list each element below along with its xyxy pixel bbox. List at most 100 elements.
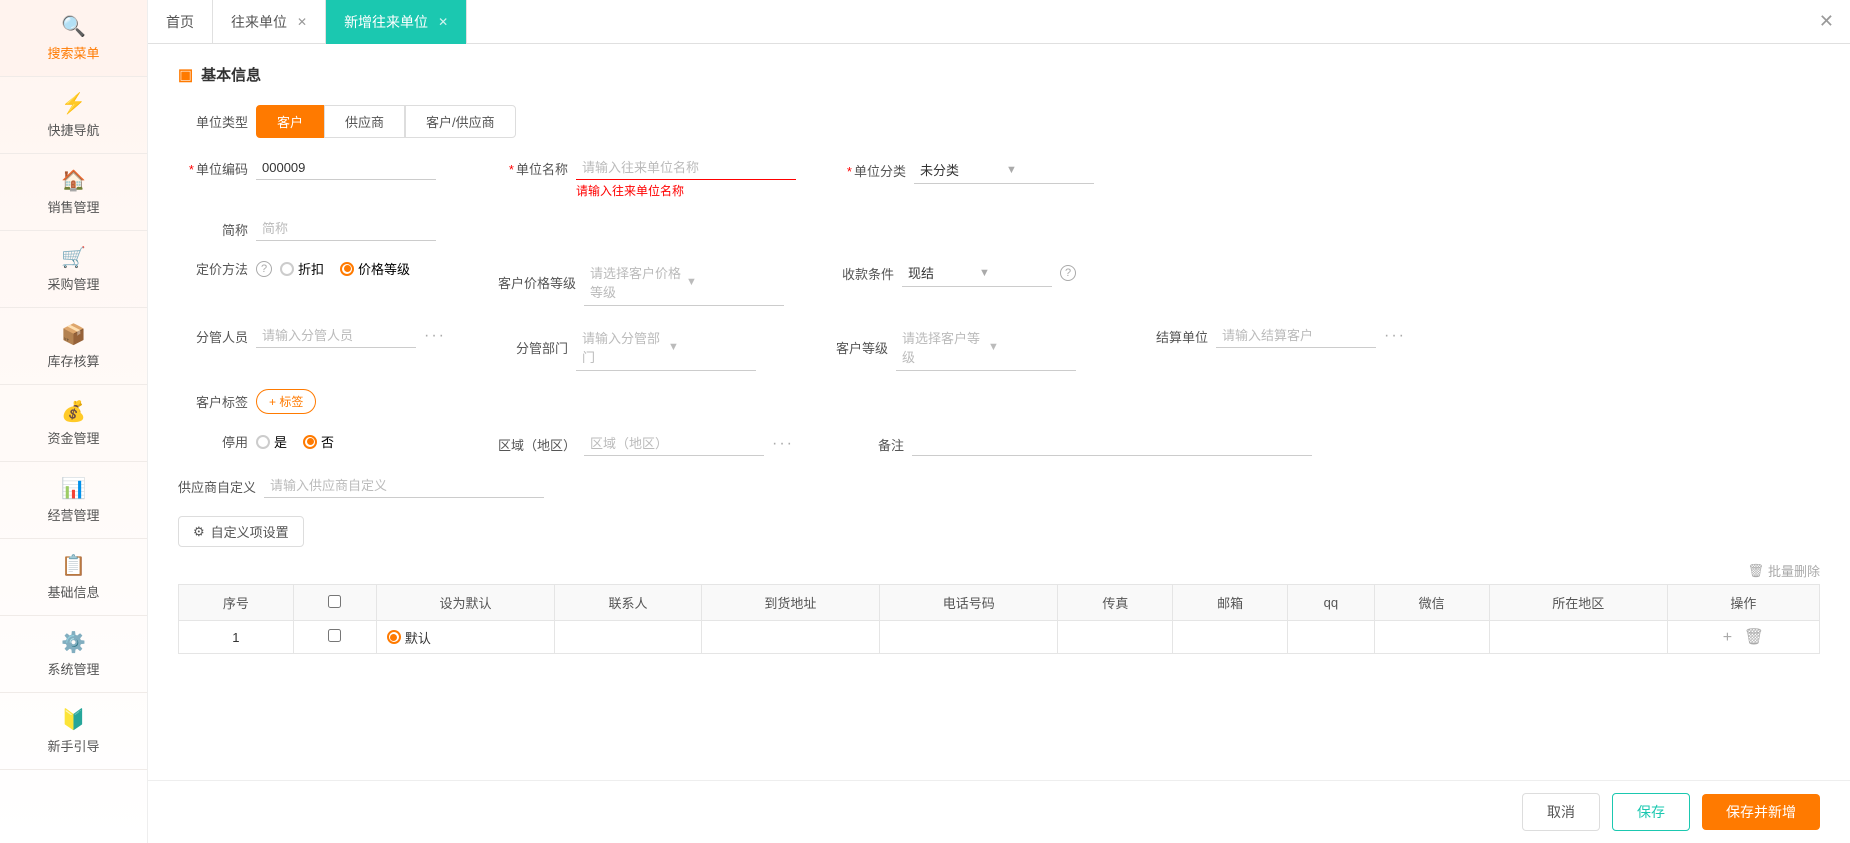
row-contact [555,621,702,654]
sidebar-item-label: 基础信息 [47,582,99,601]
sidebar-item-system[interactable]: ⚙️ 系统管理 [0,616,147,693]
table-row: 1 默认 [179,621,1820,654]
sidebar-item-basic[interactable]: 📋 基础信息 [0,539,147,616]
region-more-icon[interactable]: ··· [772,435,794,453]
disabled-radio-group: 是 否 [256,432,334,451]
discount-radio-circle [280,262,294,276]
sidebar-item-operation[interactable]: 📊 经营管理 [0,462,147,539]
sidebar-item-quick-nav[interactable]: ⚡ 快捷导航 [0,77,147,154]
delete-row-icon[interactable]: 🗑 [1744,629,1764,646]
sidebar-item-finance[interactable]: 💰 资金管理 [0,385,147,462]
pricing-help-icon[interactable]: ? [256,261,272,277]
payment-terms-value: 现结 [908,263,975,282]
settlement-input[interactable] [1216,324,1376,348]
section-icon: ▣ [178,65,193,85]
purchase-icon: 🛒 [61,245,86,270]
basic-icon: 📋 [61,553,86,578]
manager-input[interactable] [256,324,416,348]
settlement-more-icon[interactable]: ··· [1384,327,1406,345]
sidebar-item-inventory[interactable]: 📦 库存核算 [0,308,147,385]
department-placeholder: 请输入分管部门 [582,328,664,366]
unit-name-label: *单位名称 [498,159,568,178]
row-address [701,621,879,654]
row-phone [880,621,1058,654]
row-action: + 🗑 [1667,621,1819,654]
col-email: 邮箱 [1173,585,1288,621]
pricing-discount-radio[interactable]: 折扣 [280,259,324,278]
save-new-button[interactable]: 保存并新增 [1702,794,1820,830]
row-region [1489,621,1667,654]
section-title-label: 基本信息 [201,64,261,85]
col-wechat: 微信 [1374,585,1489,621]
unit-category-select[interactable]: 未分类 ▼ [914,156,1094,184]
tab-contacts[interactable]: 往来单位 ✕ [213,0,326,44]
pricing-level-radio[interactable]: 价格等级 [340,259,410,278]
unit-type-both-btn[interactable]: 客户/供应商 [405,105,516,138]
cancel-button[interactable]: 取消 [1522,793,1600,831]
operation-icon: 📊 [61,476,86,501]
sidebar-item-search[interactable]: 🔍 搜索菜单 [0,0,147,77]
unit-category-value: 未分类 [920,160,1002,179]
sidebar-item-label: 系统管理 [47,659,99,678]
department-select[interactable]: 请输入分管部门 ▼ [576,324,756,371]
customer-price-level-label: 客户价格等级 [498,273,576,292]
sidebar-item-label: 资金管理 [47,428,99,447]
payment-terms-select[interactable]: 现结 ▼ [902,259,1052,287]
save-button[interactable]: 保存 [1612,793,1690,831]
row-select-checkbox[interactable] [328,629,341,642]
batch-delete-icon: 🗑 [1747,563,1764,579]
settlement-field: 结算单位 ··· [1138,324,1418,348]
form-content: ▣ 基本信息 单位类型 客户 供应商 客户/供应商 *单位编码 [148,44,1850,780]
customer-level-select[interactable]: 请选择客户等级 ▼ [896,324,1076,371]
sidebar-item-label: 经营管理 [47,505,99,524]
tab-contacts-close[interactable]: ✕ [297,15,307,29]
sidebar-item-purchase[interactable]: 🛒 采购管理 [0,231,147,308]
manager-more-icon[interactable]: ··· [424,327,446,345]
col-action: 操作 [1667,585,1819,621]
contacts-table: 序号 设为默认 联系人 到货地址 电话号码 传真 邮箱 qq 微信 所在地区 操… [178,584,1820,654]
tab-home[interactable]: 首页 [148,0,213,44]
region-label: 区域（地区） [498,435,576,454]
sidebar-item-beginner[interactable]: 🔰 新手引导 [0,693,147,770]
manager-label: 分管人员 [178,327,248,346]
unit-name-field: *单位名称 请输入往来单位名称 [498,156,796,199]
sidebar-item-label: 搜索菜单 [47,43,99,62]
disabled-no-radio[interactable]: 否 [303,432,334,451]
unit-name-input[interactable] [576,156,796,180]
chevron-down-icon: ▼ [1006,164,1088,176]
system-icon: ⚙️ [61,630,86,655]
unit-code-input[interactable] [256,156,436,180]
payment-help-icon[interactable]: ? [1060,265,1076,281]
sales-icon: 🏠 [61,168,86,193]
tags-row: 客户标签 + 标签 [178,389,1820,414]
supplier-custom-label: 供应商自定义 [178,477,256,496]
custom-settings-button[interactable]: ⚙ 自定义项设置 [178,516,304,547]
payment-terms-field: 收款条件 现结 ▼ ? [824,259,1104,287]
col-index: 序号 [179,585,294,621]
add-tag-button[interactable]: + 标签 [256,389,316,414]
sidebar-item-label: 快捷导航 [47,120,99,139]
level-radio-circle [340,262,354,276]
default-radio-circle [387,630,401,644]
short-name-input[interactable] [256,217,436,241]
disabled-yes-radio[interactable]: 是 [256,432,287,451]
row-default-radio[interactable]: 默认 [387,628,544,647]
department-field: 分管部门 请输入分管部门 ▼ [498,324,778,371]
close-all-tabs-button[interactable]: ✕ [1803,11,1850,32]
add-row-icon[interactable]: + [1723,629,1732,646]
tab-new-contact-close[interactable]: ✕ [438,15,448,29]
unit-type-customer-btn[interactable]: 客户 [256,105,324,138]
custom-settings-label: 自定义项设置 [211,522,289,541]
select-all-checkbox[interactable] [328,595,341,608]
supplier-custom-input[interactable] [264,474,544,498]
remarks-input[interactable] [912,432,1312,456]
batch-delete-label[interactable]: 批量删除 [1768,561,1820,580]
batch-delete-area: 🗑 批量删除 [178,561,1820,580]
tab-new-contact[interactable]: 新增往来单位 ✕ [326,0,467,44]
unit-type-supplier-btn[interactable]: 供应商 [324,105,405,138]
customer-price-level-select[interactable]: 请选择客户价格等级 ▼ [584,259,784,306]
sidebar-item-sales[interactable]: 🏠 销售管理 [0,154,147,231]
chevron-down-icon3: ▼ [979,267,1046,279]
region-input[interactable] [584,432,764,456]
discount-label: 折扣 [298,259,324,278]
